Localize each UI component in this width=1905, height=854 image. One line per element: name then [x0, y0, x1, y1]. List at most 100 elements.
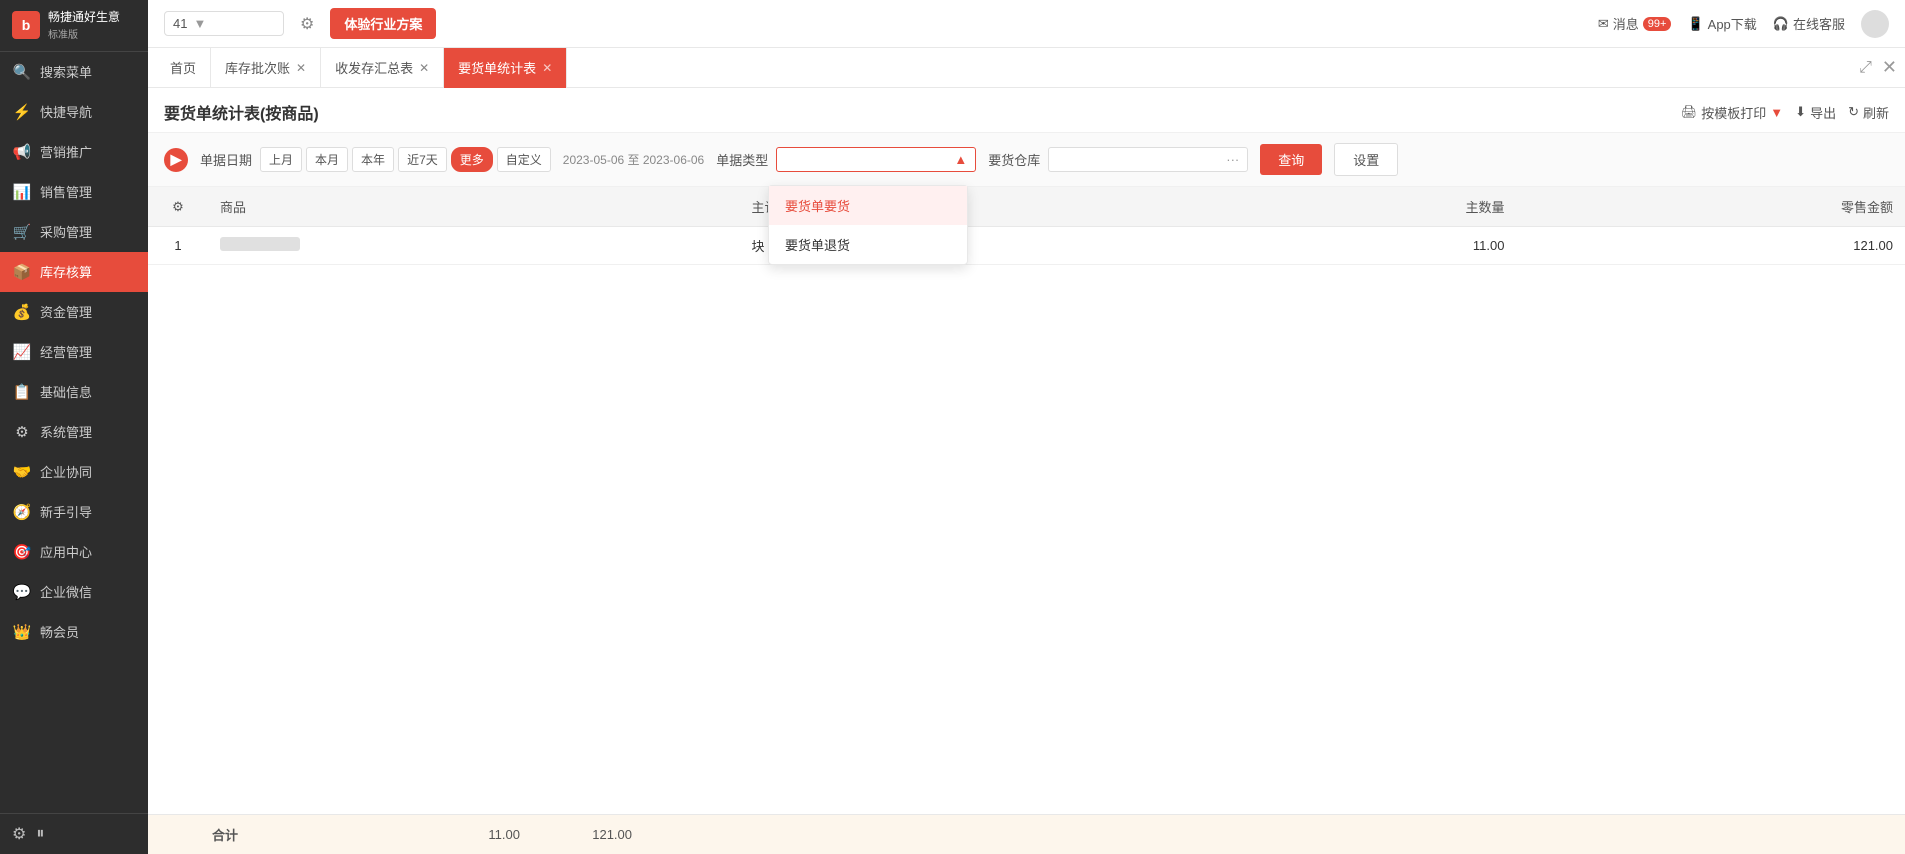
warehouse-filter-label: 要货仓库	[988, 150, 1040, 169]
filter-bar: ▶ 单据日期 上月 本月 本年 近7天 更多 自定义 2023-05-06 至 …	[148, 133, 1905, 187]
sidebar-footer: ⚙ ⏸	[0, 813, 148, 854]
footer-total-qty: 11.00	[432, 827, 532, 842]
store-selector[interactable]: 41 ▼	[164, 11, 284, 36]
sidebar-item-marketing[interactable]: 📢 营销推广	[0, 132, 148, 172]
flash-icon: ⚡	[12, 102, 32, 122]
date-quick-btns: 上月 本月 本年 近7天 更多 自定义	[260, 147, 551, 172]
sidebar-item-finance[interactable]: 💰 资金管理	[0, 292, 148, 332]
sidebar-item-enterprise[interactable]: 🤝 企业协同	[0, 452, 148, 492]
date-btn-this-month[interactable]: 本月	[306, 147, 348, 172]
gear-settings-icon[interactable]: ⚙	[300, 14, 314, 34]
close-tab-button[interactable]: ✕	[1882, 57, 1897, 78]
refresh-action[interactable]: ↻ 刷新	[1848, 103, 1889, 122]
headset-icon: 🎧	[1773, 16, 1789, 32]
logo-icon: b	[12, 11, 40, 39]
warehouse-filter-section: 要货仓库 ···	[988, 147, 1248, 172]
sidebar-item-business[interactable]: 📈 经营管理	[0, 332, 148, 372]
settings-button[interactable]: ⚙	[12, 824, 26, 844]
data-table: ⚙ 商品 主计量单位 主数量 零售金额 1 块 11.00	[148, 187, 1905, 265]
sidebar-item-label: 销售管理	[40, 182, 92, 201]
app-download-action[interactable]: 📱 App下载	[1687, 14, 1756, 33]
cart-icon: 🛒	[12, 222, 32, 242]
tab-close-icon[interactable]: ✕	[419, 61, 429, 75]
tabs-bar: 首页 库存批次账 ✕ 收发存汇总表 ✕ 要货单统计表 ✕ ⤢ ✕	[148, 48, 1905, 88]
messages-action[interactable]: ✉ 消息 99+	[1598, 14, 1672, 33]
message-icon: ✉	[1598, 16, 1609, 32]
chat-icon: 💬	[12, 582, 32, 602]
col-header-qty: 主数量	[1194, 187, 1516, 227]
online-service-action[interactable]: 🎧 在线客服	[1773, 14, 1845, 33]
date-btn-last-month[interactable]: 上月	[260, 147, 302, 172]
print-action[interactable]: 🖨 按模板打印 ▼	[1681, 103, 1783, 122]
box-icon: 📦	[12, 262, 32, 282]
sidebar-item-label: 畅会员	[40, 622, 79, 641]
tab-close-icon[interactable]: ✕	[542, 61, 552, 75]
table-footer: 合计 11.00 121.00	[148, 814, 1905, 854]
tab-inout-summary[interactable]: 收发存汇总表 ✕	[321, 48, 444, 88]
warehouse-input-value	[1057, 152, 1126, 167]
app-version: 标准版	[48, 26, 120, 41]
tab-label: 首页	[170, 58, 196, 77]
print-arrow-icon: ▼	[1770, 105, 1783, 120]
tab-label: 库存批次账	[225, 58, 290, 77]
tab-resize-button[interactable]: ⤢	[1853, 59, 1878, 77]
sidebar-item-inventory[interactable]: 📦 库存核算	[0, 252, 148, 292]
sidebar-item-label: 应用中心	[40, 542, 92, 561]
sidebar-item-label: 企业微信	[40, 582, 92, 601]
type-filter-section: 单据类型 ▲	[716, 147, 976, 172]
export-label: 导出	[1810, 103, 1836, 122]
dropdown-item-order-return[interactable]: 要货单退货	[769, 225, 967, 264]
trial-button[interactable]: 体验行业方案	[330, 8, 436, 39]
tab-home[interactable]: 首页	[156, 48, 211, 88]
page-actions: 🖨 按模板打印 ▼ ⬇ 导出 ↻ 刷新	[1681, 103, 1889, 122]
sidebar-item-search[interactable]: 🔍 搜索菜单	[0, 52, 148, 92]
dropdown-item-order-goods[interactable]: 要货单要货	[769, 186, 967, 225]
sidebar-item-label: 经营管理	[40, 342, 92, 361]
warehouse-dots-icon[interactable]: ···	[1226, 152, 1239, 167]
money-icon: 💰	[12, 302, 32, 322]
content-area: 要货单统计表(按商品) 🖨 按模板打印 ▼ ⬇ 导出 ↻ 刷新 ▶	[148, 88, 1905, 854]
refresh-icon: ↻	[1848, 104, 1859, 120]
date-btn-this-year[interactable]: 本年	[352, 147, 394, 172]
main-area: 41 ▼ ⚙ 体验行业方案 ✉ 消息 99+ 📱 App下载 🎧 在线客服	[148, 0, 1905, 854]
search-icon: 🔍	[12, 62, 32, 82]
page-header: 要货单统计表(按商品) 🖨 按模板打印 ▼ ⬇ 导出 ↻ 刷新	[148, 88, 1905, 133]
sidebar-item-purchase[interactable]: 🛒 采购管理	[0, 212, 148, 252]
export-action[interactable]: ⬇ 导出	[1795, 103, 1836, 122]
date-btn-more[interactable]: 更多	[451, 147, 493, 172]
refresh-label: 刷新	[1863, 103, 1889, 122]
date-filter-section: 单据日期 上月 本月 本年 近7天 更多 自定义 2023-05-06 至 20…	[200, 147, 704, 172]
type-dropdown-arrow-icon: ▲	[954, 152, 967, 167]
filter-toggle-button[interactable]: ▶	[164, 148, 188, 172]
user-avatar[interactable]	[1861, 10, 1889, 38]
sidebar-item-member[interactable]: 👑 畅会员	[0, 612, 148, 652]
footer-total-label: 合计	[212, 825, 432, 844]
tab-inventory-batch[interactable]: 库存批次账 ✕	[211, 48, 321, 88]
sidebar-item-wechat[interactable]: 💬 企业微信	[0, 572, 148, 612]
data-table-container: ⚙ 商品 主计量单位 主数量 零售金额 1 块 11.00	[148, 187, 1905, 814]
sidebar-item-label: 采购管理	[40, 222, 92, 241]
sidebar-item-appcenter[interactable]: 🎯 应用中心	[0, 532, 148, 572]
warehouse-filter-input[interactable]: ···	[1048, 147, 1248, 172]
tab-close-icon[interactable]: ✕	[296, 61, 306, 75]
sidebar-item-label: 企业协同	[40, 462, 92, 481]
date-btn-last-7-days[interactable]: 近7天	[398, 147, 447, 172]
type-filter-input[interactable]: ▲	[776, 147, 976, 172]
sidebar-item-newbie[interactable]: 🧭 新手引导	[0, 492, 148, 532]
settings-button[interactable]: 设置	[1334, 143, 1398, 176]
sidebar: b 畅捷通好生意 标准版 🔍 搜索菜单 ⚡ 快捷导航 📢 营销推广 📊 销售管理…	[0, 0, 148, 854]
sidebar-item-system[interactable]: ⚙ 系统管理	[0, 412, 148, 452]
query-button[interactable]: 查询	[1260, 144, 1322, 175]
sidebar-item-basicinfo[interactable]: 📋 基础信息	[0, 372, 148, 412]
sidebar-item-sales[interactable]: 📊 销售管理	[0, 172, 148, 212]
date-btn-custom[interactable]: 自定义	[497, 147, 551, 172]
online-service-label: 在线客服	[1793, 14, 1845, 33]
row-seq: 1	[148, 227, 208, 265]
col-header-settings[interactable]: ⚙	[148, 187, 208, 227]
tab-order-stats[interactable]: 要货单统计表 ✕	[444, 48, 567, 88]
row-amount: 121.00	[1516, 227, 1905, 265]
messages-label: 消息	[1613, 14, 1639, 33]
type-input-value	[785, 152, 854, 167]
collapse-button[interactable]: ⏸	[36, 825, 44, 843]
sidebar-item-quicknav[interactable]: ⚡ 快捷导航	[0, 92, 148, 132]
